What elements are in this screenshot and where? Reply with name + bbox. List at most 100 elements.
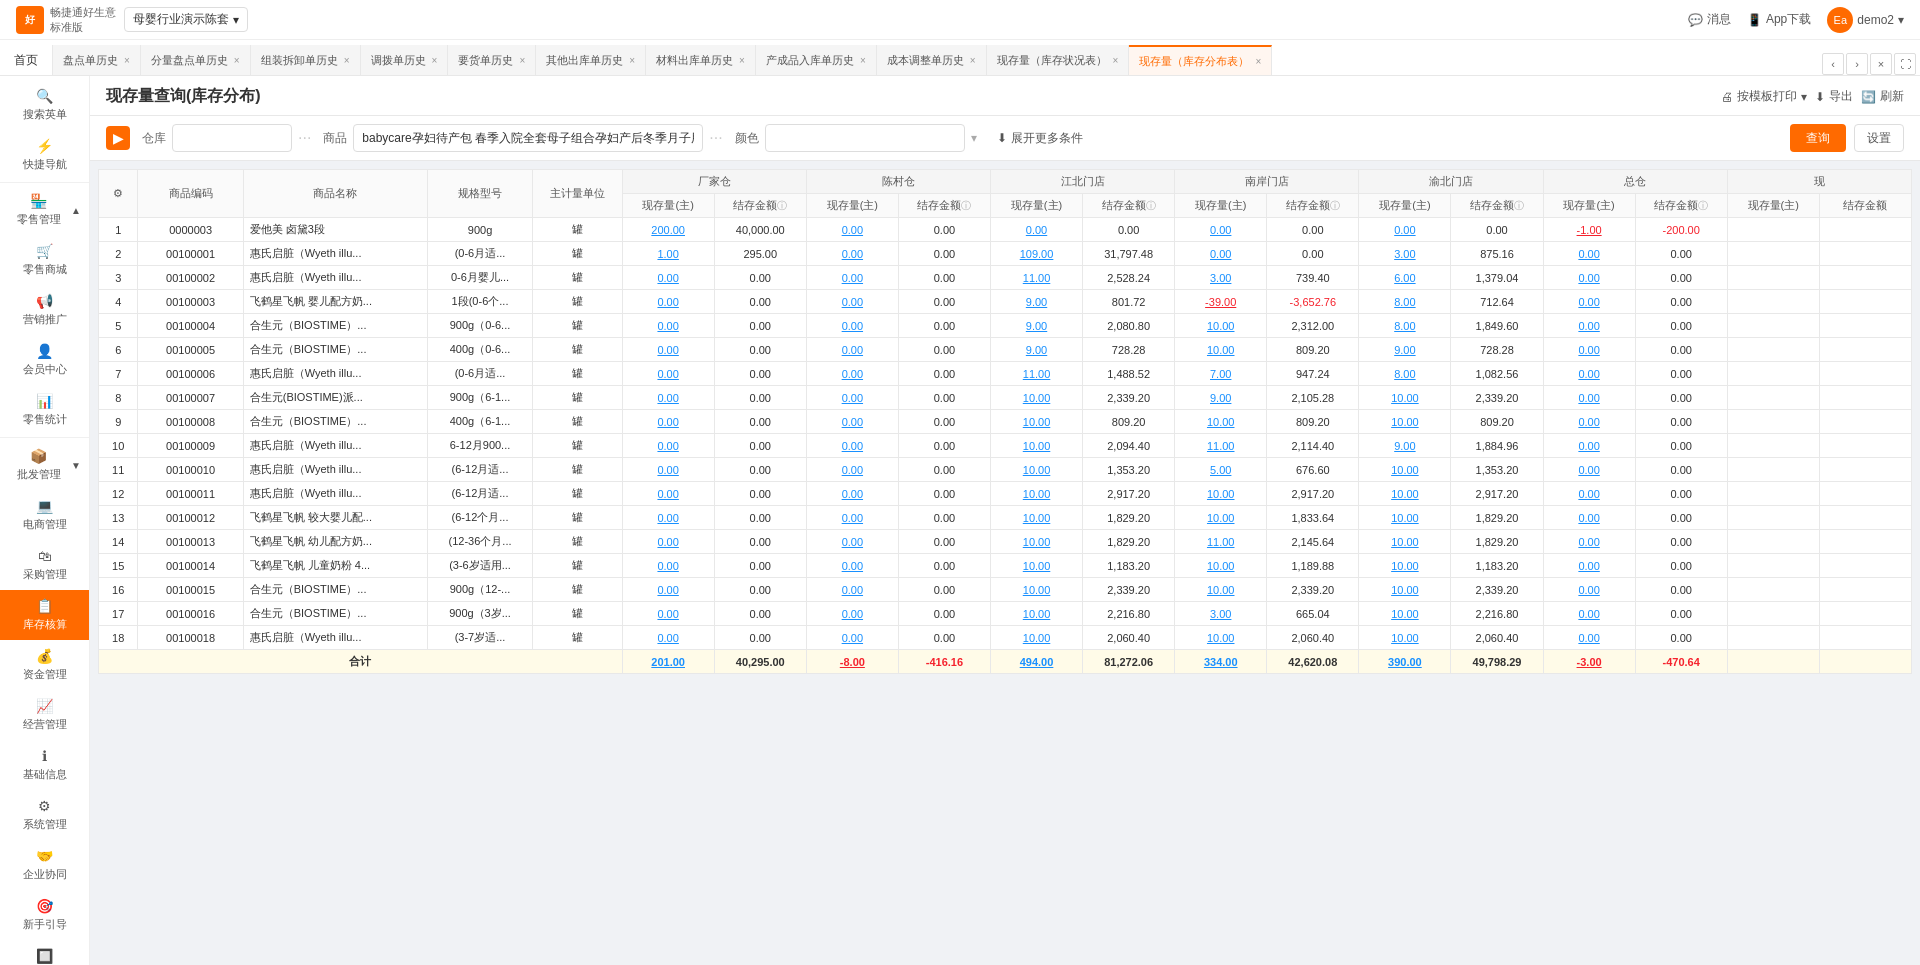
- row-t-qty[interactable]: 0.00: [1543, 482, 1635, 506]
- row-c2-qty[interactable]: 0.00: [806, 218, 898, 242]
- settings-col-icon[interactable]: ⚙: [99, 170, 138, 218]
- info-icon-2[interactable]: ⓘ: [961, 200, 971, 211]
- row-c3-qty[interactable]: 10.00: [990, 506, 1082, 530]
- message-btn[interactable]: 💬 消息: [1688, 11, 1731, 28]
- app-download-btn[interactable]: 📱 App下载: [1747, 11, 1811, 28]
- row-c3-qty[interactable]: 10.00: [990, 578, 1082, 602]
- row-c5-qty[interactable]: 9.00: [1359, 434, 1451, 458]
- row-c1-qty[interactable]: 0.00: [622, 434, 714, 458]
- search-expand-btn[interactable]: ▶: [106, 126, 130, 150]
- query-btn[interactable]: 查询: [1790, 124, 1846, 152]
- row-t-qty[interactable]: 0.00: [1543, 266, 1635, 290]
- row-c5-qty[interactable]: 10.00: [1359, 578, 1451, 602]
- row-c5-qty[interactable]: 9.00: [1359, 338, 1451, 362]
- row-t-qty[interactable]: 0.00: [1543, 626, 1635, 650]
- print-btn[interactable]: 🖨 按模板打印 ▾: [1721, 88, 1807, 105]
- export-btn[interactable]: ⬇ 导出: [1815, 88, 1853, 105]
- row-c3-qty[interactable]: 0.00: [990, 218, 1082, 242]
- tab-close-5[interactable]: ×: [629, 55, 635, 66]
- row-c2-qty[interactable]: 0.00: [806, 314, 898, 338]
- row-c1-qty[interactable]: 0.00: [622, 410, 714, 434]
- tab-item-1[interactable]: 分量盘点单历史 ×: [141, 45, 251, 75]
- tab-close-8[interactable]: ×: [970, 55, 976, 66]
- row-c4-qty[interactable]: 3.00: [1175, 266, 1267, 290]
- row-c2-qty[interactable]: 0.00: [806, 362, 898, 386]
- expand-more-btn[interactable]: ⬇ 展开更多条件: [997, 130, 1083, 147]
- row-c4-qty[interactable]: -39.00: [1175, 290, 1267, 314]
- sidebar-item-basic[interactable]: ℹ 基础信息: [0, 740, 89, 790]
- row-c1-qty[interactable]: 0.00: [622, 290, 714, 314]
- tab-close-3[interactable]: ×: [432, 55, 438, 66]
- row-t-qty[interactable]: 0.00: [1543, 506, 1635, 530]
- sidebar-item-member[interactable]: 👤 会员中心: [0, 335, 89, 385]
- row-c2-qty[interactable]: 0.00: [806, 410, 898, 434]
- row-c3-qty[interactable]: 109.00: [990, 242, 1082, 266]
- tab-item-active[interactable]: 现存量（库存分布表） ×: [1129, 45, 1272, 75]
- row-c1-qty[interactable]: 0.00: [622, 458, 714, 482]
- sum-c1-qty[interactable]: 201.00: [622, 650, 714, 674]
- row-c5-qty[interactable]: 10.00: [1359, 554, 1451, 578]
- tab-item-6[interactable]: 材料出库单历史 ×: [646, 45, 756, 75]
- row-c1-qty[interactable]: 0.00: [622, 314, 714, 338]
- row-c2-qty[interactable]: 0.00: [806, 482, 898, 506]
- row-t-qty[interactable]: 0.00: [1543, 338, 1635, 362]
- row-c1-qty[interactable]: 0.00: [622, 266, 714, 290]
- row-c2-qty[interactable]: 0.00: [806, 458, 898, 482]
- row-c2-qty[interactable]: 0.00: [806, 266, 898, 290]
- row-c3-qty[interactable]: 11.00: [990, 362, 1082, 386]
- row-c5-qty[interactable]: 10.00: [1359, 482, 1451, 506]
- row-c2-qty[interactable]: 0.00: [806, 530, 898, 554]
- row-c4-qty[interactable]: 10.00: [1175, 410, 1267, 434]
- row-c3-qty[interactable]: 10.00: [990, 410, 1082, 434]
- sidebar-item-mall[interactable]: 🛒 零售商城: [0, 235, 89, 285]
- row-t-qty[interactable]: 0.00: [1543, 434, 1635, 458]
- settings-btn[interactable]: 设置: [1854, 124, 1904, 152]
- row-c3-qty[interactable]: 10.00: [990, 458, 1082, 482]
- row-c2-qty[interactable]: 0.00: [806, 338, 898, 362]
- row-t-qty[interactable]: 0.00: [1543, 530, 1635, 554]
- row-c1-qty[interactable]: 0.00: [622, 338, 714, 362]
- row-c3-qty[interactable]: 10.00: [990, 602, 1082, 626]
- sidebar-item-inventory[interactable]: 📋 库存核算: [0, 590, 89, 640]
- tab-close-7[interactable]: ×: [860, 55, 866, 66]
- row-c4-qty[interactable]: 10.00: [1175, 314, 1267, 338]
- sum-c2-qty[interactable]: -8.00: [806, 650, 898, 674]
- row-c2-qty[interactable]: 0.00: [806, 290, 898, 314]
- sum-c3-qty[interactable]: 494.00: [990, 650, 1082, 674]
- row-c4-qty[interactable]: 10.00: [1175, 554, 1267, 578]
- sidebar-item-quicknav[interactable]: ⚡ 快捷导航: [0, 130, 89, 180]
- tab-item-9[interactable]: 现存量（库存状况表） ×: [987, 45, 1130, 75]
- tab-home[interactable]: 首页: [0, 45, 53, 75]
- row-c5-qty[interactable]: 10.00: [1359, 386, 1451, 410]
- row-c4-qty[interactable]: 10.00: [1175, 482, 1267, 506]
- sidebar-item-appcenter[interactable]: 🔲 应用中心: [0, 940, 89, 965]
- sidebar-item-business[interactable]: 📈 经营管理: [0, 690, 89, 740]
- info-icon-5[interactable]: ⓘ: [1514, 200, 1524, 211]
- info-icon-t[interactable]: ⓘ: [1698, 200, 1708, 211]
- row-c1-qty[interactable]: 0.00: [622, 362, 714, 386]
- row-c2-qty[interactable]: 0.00: [806, 434, 898, 458]
- tab-item-8[interactable]: 成本调整单历史 ×: [877, 45, 987, 75]
- row-c2-qty[interactable]: 0.00: [806, 626, 898, 650]
- tab-close-2[interactable]: ×: [344, 55, 350, 66]
- row-c4-qty[interactable]: 11.00: [1175, 530, 1267, 554]
- sum-t-qty[interactable]: -3.00: [1543, 650, 1635, 674]
- row-c4-qty[interactable]: 10.00: [1175, 506, 1267, 530]
- row-c5-qty[interactable]: 3.00: [1359, 242, 1451, 266]
- row-c3-qty[interactable]: 10.00: [990, 530, 1082, 554]
- user-menu[interactable]: Ea demo2 ▾: [1827, 7, 1904, 33]
- row-c5-qty[interactable]: 8.00: [1359, 290, 1451, 314]
- row-c2-qty[interactable]: 0.00: [806, 578, 898, 602]
- warehouse-dots[interactable]: ···: [298, 129, 311, 147]
- row-c3-qty[interactable]: 9.00: [990, 314, 1082, 338]
- sidebar-item-marketing[interactable]: 📢 营销推广: [0, 285, 89, 335]
- tab-prev-btn[interactable]: ‹: [1822, 53, 1844, 75]
- row-c1-qty[interactable]: 0.00: [622, 482, 714, 506]
- tab-close-all-btn[interactable]: ×: [1870, 53, 1892, 75]
- row-c5-qty[interactable]: 10.00: [1359, 530, 1451, 554]
- row-c1-qty[interactable]: 200.00: [622, 218, 714, 242]
- sidebar-item-system[interactable]: ⚙ 系统管理: [0, 790, 89, 840]
- row-c1-qty[interactable]: 0.00: [622, 386, 714, 410]
- row-c1-qty[interactable]: 0.00: [622, 602, 714, 626]
- product-input[interactable]: [353, 124, 703, 152]
